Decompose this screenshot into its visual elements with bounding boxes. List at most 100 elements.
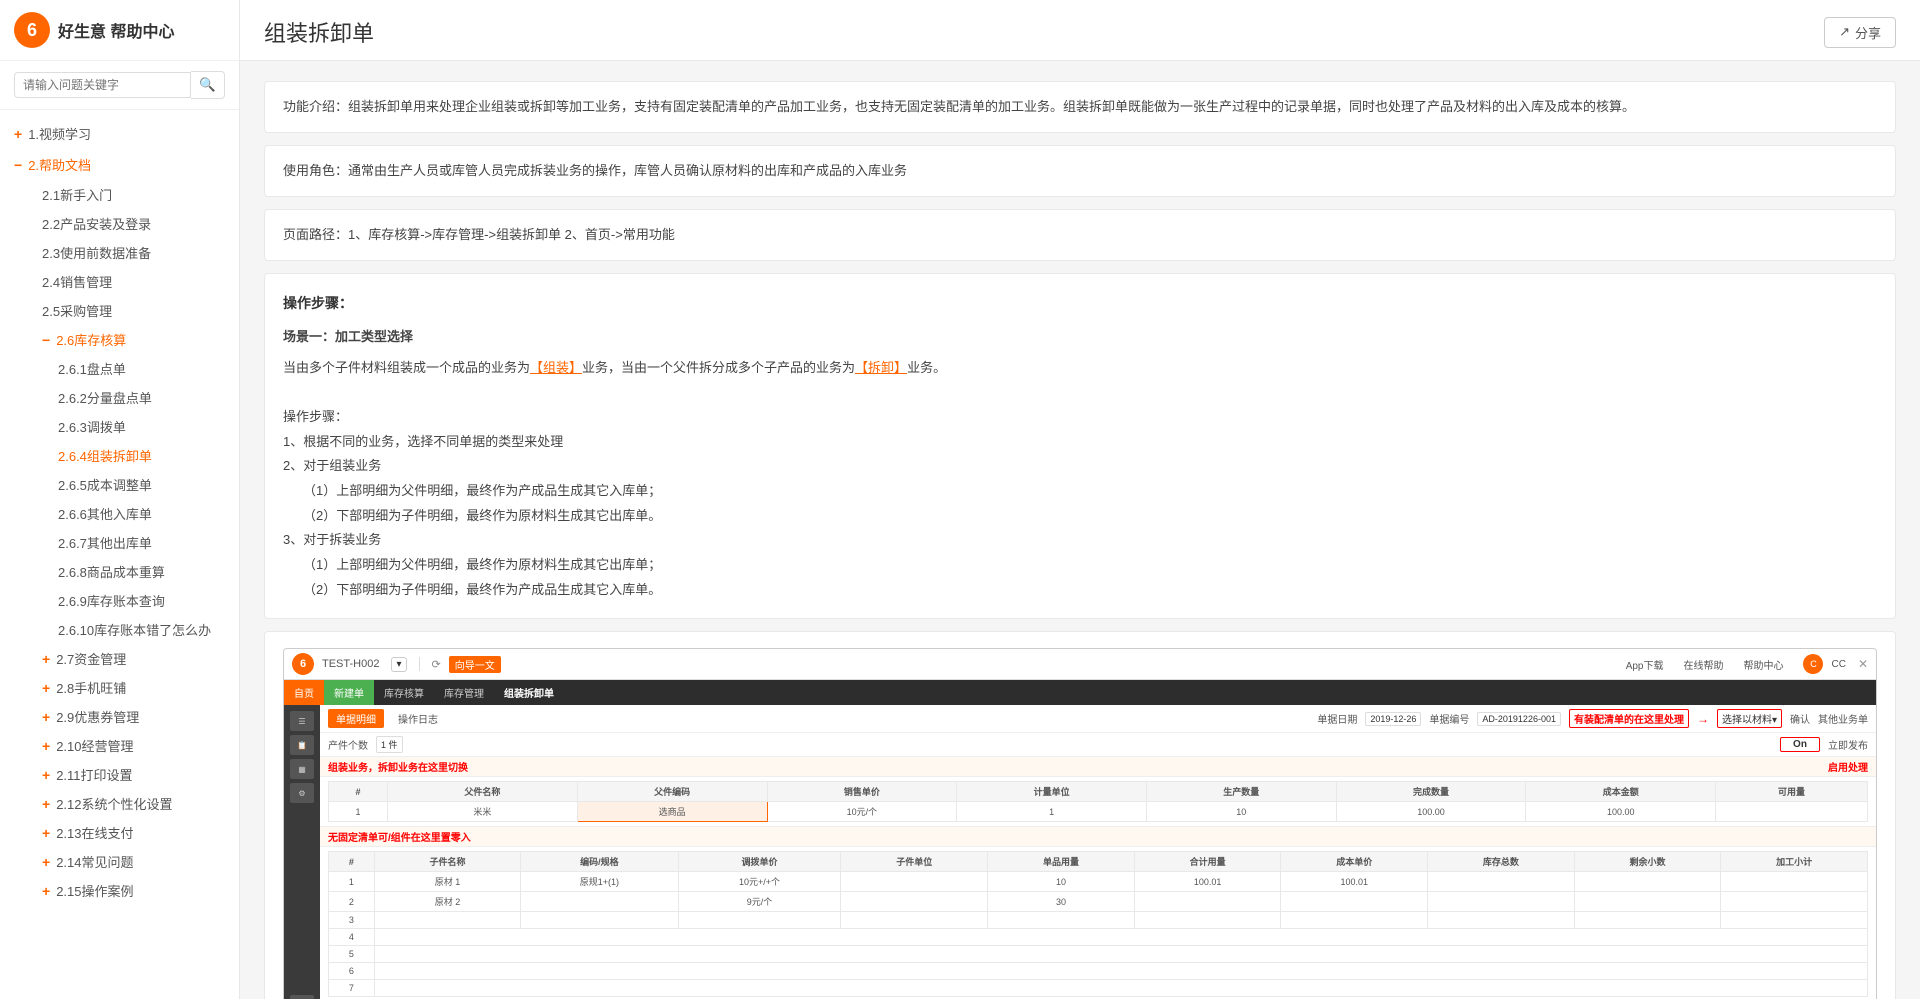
- search-button[interactable]: 🔍: [191, 71, 225, 99]
- col-cost: 成本金额: [1526, 782, 1716, 802]
- sidebar-item-26[interactable]: − 2.6库存核算: [28, 325, 239, 354]
- cell-empty: [374, 929, 1867, 946]
- sidebar-item-261[interactable]: 2.6.1盘点单: [44, 354, 239, 383]
- sidebar-item-267[interactable]: 2.6.7其他出库单: [44, 528, 239, 557]
- col-subtotal: 加工小计: [1721, 852, 1868, 872]
- cell-name: 原材 1: [374, 872, 521, 892]
- sidebar-item-264[interactable]: 2.6.4组装拆卸单: [44, 441, 239, 470]
- cell-code: 选商品: [577, 802, 767, 822]
- mock-annotation-row: 组装业务，拆卸业务在这里切换 启用处理: [320, 757, 1876, 777]
- sidebar-item-213[interactable]: + 2.13在线支付: [28, 818, 239, 847]
- mock-tab-log[interactable]: 操作日志: [392, 709, 444, 728]
- mock-annotation-3: 启用处理: [1828, 759, 1868, 774]
- sidebar-item-27[interactable]: + 2.7资金管理: [28, 644, 239, 673]
- cell-total: 100.01: [1134, 872, 1281, 892]
- scene1-title: 场景一：加工类型选择: [283, 325, 1877, 350]
- mock-save-btn[interactable]: 立即发布: [1828, 737, 1868, 752]
- expand-icon: +: [42, 651, 50, 667]
- cell-num: 1: [329, 872, 375, 892]
- sidebar-item-262[interactable]: 2.6.2分量盘点单: [44, 383, 239, 412]
- mock-process-count[interactable]: 1 件: [376, 736, 403, 753]
- sidebar-item-211[interactable]: + 2.11打印设置: [28, 760, 239, 789]
- sidebar-item-212[interactable]: + 2.12系统个性化设置: [28, 789, 239, 818]
- sidebar-item-23[interactable]: 2.3使用前数据准备: [28, 238, 239, 267]
- link-chaijian[interactable]: 【拆卸】: [855, 360, 907, 375]
- mock-field-date[interactable]: 2019-12-26: [1365, 712, 1421, 726]
- search-box: 🔍: [0, 61, 239, 110]
- mock-nav-current[interactable]: 组装拆卸单: [494, 680, 564, 705]
- label: 2.6库存核算: [56, 330, 126, 349]
- sidebar-item-266[interactable]: 2.6.6其他入库单: [44, 499, 239, 528]
- mock-navbar: 自贡 新建单 库存核算 库存管理 组装拆卸单: [284, 680, 1876, 705]
- mock-nav-kucun[interactable]: 库存核算: [374, 680, 434, 705]
- sidebar-item-28[interactable]: + 2.8手机旺铺: [28, 673, 239, 702]
- arrow-right-icon: →: [1697, 712, 1709, 726]
- collapse-icon: −: [42, 332, 50, 348]
- intro-text: 功能介绍：组装拆卸单用来处理企业组装或拆卸等加工业务，支持有固定装配清单的产品加…: [283, 99, 1635, 114]
- col-done: 完成数量: [1336, 782, 1526, 802]
- cell-stock: [1428, 892, 1575, 912]
- mock-close-icon[interactable]: ✕: [1858, 657, 1868, 671]
- path-text: 页面路径：1、库存核算->库存管理->组装拆卸单 2、首页->常用功能: [283, 227, 675, 242]
- sidebar-item-24[interactable]: 2.4销售管理: [28, 267, 239, 296]
- nav-tree: + 1.视频学习 − 2.帮助文档 2.1新手入门 2.2产品安装及登录 2.3…: [0, 110, 239, 999]
- sidebar-item-265[interactable]: 2.6.5成本调整单: [44, 470, 239, 499]
- mock-nav-guanli[interactable]: 库存管理: [434, 680, 494, 705]
- cell-empty: [1134, 912, 1281, 929]
- mock-nav-home[interactable]: 自贡: [284, 680, 324, 705]
- cell-empty: [1428, 912, 1575, 929]
- link-zhuangpei[interactable]: 【组装】: [530, 360, 582, 375]
- cell-empty: [374, 980, 1867, 997]
- mock-on-toggle[interactable]: On: [1780, 737, 1820, 752]
- cell-remain: [1574, 872, 1721, 892]
- search-input[interactable]: [14, 72, 191, 98]
- cell-empty: 3: [329, 912, 375, 929]
- role-text: 使用角色：通常由生产人员或库管人员完成拆装业务的操作，库管人员确认原材料的出库和…: [283, 163, 907, 178]
- label: 2.8手机旺铺: [56, 678, 126, 697]
- mock-field-bill[interactable]: AD-20191226-001: [1477, 712, 1561, 726]
- sidebar-item-21[interactable]: 2.1新手入门: [28, 180, 239, 209]
- share-button[interactable]: ↗ 分享: [1824, 17, 1896, 48]
- label: 2.6.4组装拆卸单: [58, 446, 152, 465]
- sidebar-item-269[interactable]: 2.6.9库存账本查询: [44, 586, 239, 615]
- mock-field-date-label: 单据日期: [1317, 711, 1357, 726]
- col-price: 调拨单价: [678, 852, 841, 872]
- mock-btn-confirm[interactable]: 确认: [1790, 711, 1810, 726]
- col-total-usage: 合计用量: [1134, 852, 1281, 872]
- mock-select-bill-type[interactable]: 选择以材料▾: [1717, 709, 1782, 728]
- mock-btn-other[interactable]: 其他业务单: [1818, 711, 1868, 726]
- col-num: #: [329, 782, 388, 802]
- sidebar-item-214[interactable]: + 2.14常见问题: [28, 847, 239, 876]
- label: 2.3使用前数据准备: [42, 243, 151, 262]
- panel-icon-3[interactable]: ▦: [290, 759, 314, 779]
- col-price: 销售单价: [767, 782, 957, 802]
- sidebar-item-29[interactable]: + 2.9优惠券管理: [28, 702, 239, 731]
- mock-tab-active[interactable]: 单据明细: [328, 709, 384, 728]
- mock-nav-new[interactable]: 新建单: [324, 680, 374, 705]
- step3-2: （2）下部明细为子件明细，最终作为产成品生成其它入库单。: [303, 578, 1877, 603]
- sidebar-item-215[interactable]: + 2.15操作案例: [28, 876, 239, 905]
- sidebar-item-268[interactable]: 2.6.8商品成本重算: [44, 557, 239, 586]
- sidebar-item-2610[interactable]: 2.6.10库存账本错了怎么办: [44, 615, 239, 644]
- label: 2.4销售管理: [42, 272, 112, 291]
- step2-details: （1）上部明细为父件明细，最终作为产成品生成其它入库单； （2）下部明细为子件明…: [283, 479, 1877, 528]
- panel-icon-5[interactable]: ⊞: [290, 995, 314, 999]
- sidebar-item-video[interactable]: + 1.视频学习: [0, 118, 239, 149]
- panel-icon-4[interactable]: ⚙: [290, 783, 314, 803]
- expand-icon: +: [42, 796, 50, 812]
- panel-icon-2[interactable]: 📋: [290, 735, 314, 755]
- label: 2.6.1盘点单: [58, 359, 126, 378]
- col-usage: 单品用量: [988, 852, 1135, 872]
- panel-icon-1[interactable]: ☰: [290, 711, 314, 731]
- cell-unit: [841, 872, 988, 892]
- sidebar-item-210[interactable]: + 2.10经营管理: [28, 731, 239, 760]
- mock-quickaccess[interactable]: 向导一文: [449, 656, 501, 673]
- mock-company-select[interactable]: ▾: [391, 657, 406, 672]
- sidebar-item-22[interactable]: 2.2产品安装及登录: [28, 209, 239, 238]
- cell-empty: 6: [329, 963, 375, 980]
- sidebar-item-263[interactable]: 2.6.3调拨单: [44, 412, 239, 441]
- sidebar-item-25[interactable]: 2.5采购管理: [28, 296, 239, 325]
- cell-unit: [841, 892, 988, 912]
- cell-code: 原规1+(1): [521, 872, 678, 892]
- sidebar-item-docs[interactable]: − 2.帮助文档: [0, 149, 239, 180]
